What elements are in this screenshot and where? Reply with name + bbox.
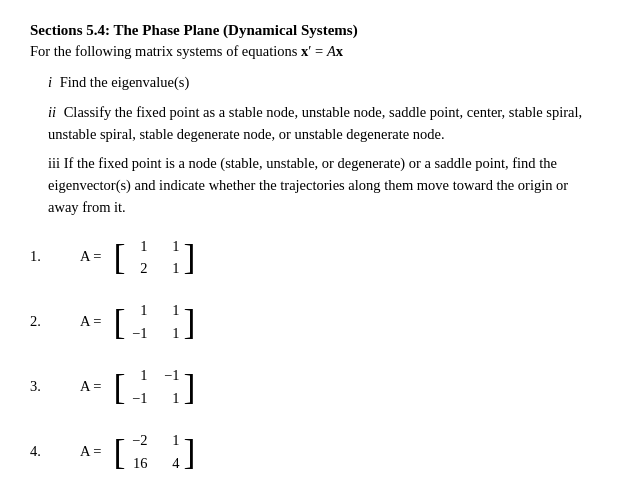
problem-1-expr: A = [ 1 1 2 1 ] xyxy=(80,233,195,282)
part-iii-text: If the fixed point is a node (stable, un… xyxy=(48,155,568,215)
m1-r1c2: 1 xyxy=(161,235,179,257)
m4-r1c1: −2 xyxy=(129,429,147,451)
problem-2: 2. A = [ 1 1 −1 1 ] xyxy=(30,297,594,346)
m1-r1c1: 1 xyxy=(129,235,147,257)
problem-5-matrix: [ −2 1 −16 4 ] xyxy=(113,492,204,500)
part-ii-label: ii xyxy=(48,104,56,120)
bracket-left-4: [ xyxy=(113,434,125,470)
m5-r1c1: −2 xyxy=(129,494,152,500)
problem-4-A-label: A = xyxy=(80,443,101,460)
problem-4-grid: −2 1 16 4 xyxy=(125,427,183,476)
problem-1-number: 1. xyxy=(30,248,80,265)
m3-r1c1: 1 xyxy=(129,364,147,386)
problem-3-number: 3. xyxy=(30,378,80,395)
problem-3: 3. A = [ 1 −1 −1 1 ] xyxy=(30,362,594,411)
part-ii: ii Classify the fixed point as a stable … xyxy=(48,102,594,146)
problem-1-A-label: A = xyxy=(80,248,101,265)
problem-4-expr: A = [ −2 1 16 4 ] xyxy=(80,427,195,476)
problem-3-grid: 1 −1 −1 1 xyxy=(125,362,183,411)
problem-2-matrix: [ 1 1 −1 1 ] xyxy=(113,297,195,346)
bracket-right-4: ] xyxy=(183,434,195,470)
part-i-text: Find the eigenvalue(s) xyxy=(60,74,190,90)
problem-2-grid: 1 1 −1 1 xyxy=(125,297,183,346)
problem-2-expr: A = [ 1 1 −1 1 ] xyxy=(80,297,195,346)
problem-2-A-label: A = xyxy=(80,313,101,330)
problem-list: 1. A = [ 1 1 2 1 ] 2. A = [ xyxy=(30,233,594,501)
bracket-left-2: [ xyxy=(113,304,125,340)
problem-4-number: 4. xyxy=(30,443,80,460)
m1-r2c1: 2 xyxy=(129,257,147,279)
problem-5-grid: −2 1 −16 4 xyxy=(125,492,192,500)
problem-4: 4. A = [ −2 1 16 4 ] xyxy=(30,427,594,476)
m4-r2c2: 4 xyxy=(161,452,179,474)
bracket-left-1: [ xyxy=(113,239,125,275)
m1-r2c2: 1 xyxy=(161,257,179,279)
m2-r1c1: 1 xyxy=(129,299,147,321)
problem-2-number: 2. xyxy=(30,313,80,330)
page-title: Sections 5.4: The Phase Plane (Dynamical… xyxy=(30,22,594,39)
problem-3-matrix: [ 1 −1 −1 1 ] xyxy=(113,362,195,411)
bracket-right-1: ] xyxy=(183,239,195,275)
problem-1: 1. A = [ 1 1 2 1 ] xyxy=(30,233,594,282)
part-iii-label: iii xyxy=(48,155,60,171)
m4-r1c2: 1 xyxy=(161,429,179,451)
part-i-label: i xyxy=(48,74,52,90)
problem-4-matrix: [ −2 1 16 4 ] xyxy=(113,427,195,476)
m5-r1c2: 1 xyxy=(166,494,189,500)
m3-r2c1: −1 xyxy=(129,387,147,409)
bracket-left-3: [ xyxy=(113,369,125,405)
part-ii-text: Classify the fixed point as a stable nod… xyxy=(48,104,582,142)
m2-r2c2: 1 xyxy=(161,322,179,344)
m4-r2c1: 16 xyxy=(129,452,147,474)
m2-r2c1: −1 xyxy=(129,322,147,344)
problem-3-expr: A = [ 1 −1 −1 1 ] xyxy=(80,362,195,411)
problem-5-expr: A = [ −2 1 −16 4 ] xyxy=(80,492,205,500)
part-i: i Find the eigenvalue(s) xyxy=(48,72,594,94)
problem-5: 5. A = [ −2 1 −16 4 ] xyxy=(30,492,594,500)
bracket-right-2: ] xyxy=(183,304,195,340)
intro-text: For the following matrix systems of equa… xyxy=(30,43,594,60)
m3-r2c2: 1 xyxy=(161,387,179,409)
problem-3-A-label: A = xyxy=(80,378,101,395)
m2-r1c2: 1 xyxy=(161,299,179,321)
part-iii: iii If the fixed point is a node (stable… xyxy=(48,153,594,218)
problem-1-grid: 1 1 2 1 xyxy=(125,233,183,282)
problem-1-matrix: [ 1 1 2 1 ] xyxy=(113,233,195,282)
bracket-right-3: ] xyxy=(183,369,195,405)
m3-r1c2: −1 xyxy=(161,364,179,386)
